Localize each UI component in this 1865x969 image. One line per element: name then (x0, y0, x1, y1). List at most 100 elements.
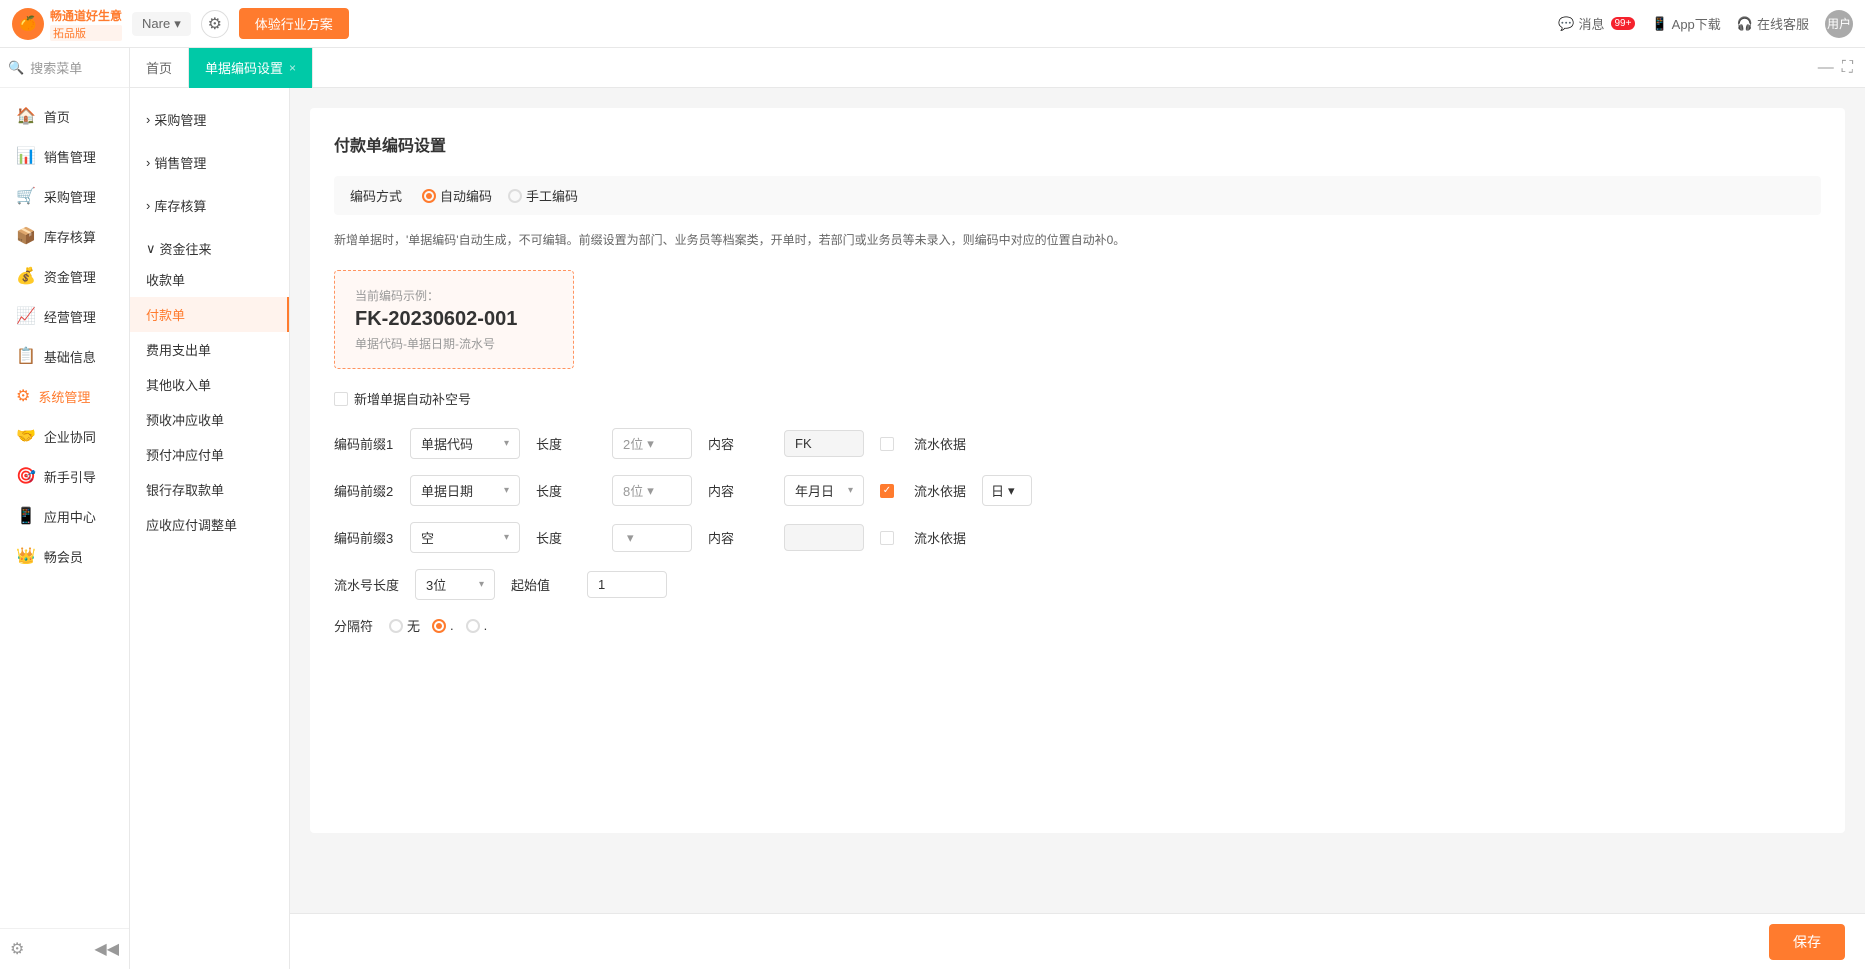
prefix2-content-select[interactable]: 年月日 ▾ (784, 475, 864, 506)
preview-code: FK-20230602-001 (355, 308, 553, 331)
sec-group-purchase: › 采购管理 (130, 96, 289, 139)
sec-group-funds-title[interactable]: ∨ 资金往来 (130, 231, 289, 262)
app-download-btn[interactable]: 📱 App下载 (1651, 14, 1720, 33)
prefix1-length-arrow-icon: ▾ (647, 436, 654, 452)
prefix1-content-input[interactable] (784, 430, 864, 457)
manual-encode-label: 手工编码 (526, 186, 578, 205)
sidebar-item-guide[interactable]: 🎯 新手引导 (0, 456, 129, 496)
prefix3-content-input[interactable] (784, 524, 864, 551)
prefix2-value: 单据日期 (421, 481, 473, 500)
page-title: 付款单编码设置 (334, 132, 1821, 156)
company-name: Nare (142, 16, 170, 31)
message-badge: 99+ (1611, 17, 1636, 30)
encode-method-radio-group: 自动编码 手工编码 (422, 186, 578, 205)
sidebar-label-home: 首页 (44, 107, 70, 126)
sidebar-item-system[interactable]: ⚙ 系统管理 (0, 376, 129, 416)
prefix1-length-select[interactable]: 2位 ▾ (612, 428, 692, 459)
tab-home[interactable]: 首页 (130, 48, 189, 88)
search-menu-btn[interactable]: 🔍 搜索菜单 (0, 48, 129, 88)
auto-fill-checkbox[interactable] (334, 392, 348, 406)
preview-box: 当前编码示例： FK-20230602-001 单据代码-单据日期-流水号 (334, 270, 574, 369)
message-btn[interactable]: 💬 消息 99+ (1558, 14, 1635, 33)
prefix2-length-select[interactable]: 8位 ▾ (612, 475, 692, 506)
sep-dot-option[interactable]: . (432, 618, 454, 633)
system-icon: ⚙ (16, 386, 30, 406)
guide-icon: 🎯 (16, 466, 36, 486)
sec-group-purchase-title[interactable]: › 采购管理 (130, 102, 289, 133)
auto-fill-row: 新增单据自动补空号 (334, 389, 1821, 408)
prefix2-day-select[interactable]: 日 ▾ (982, 475, 1032, 506)
tab-encode-setting[interactable]: 单据编码设置 × (189, 48, 313, 88)
prefix1-length-label: 长度 (536, 434, 596, 453)
sep-other-radio (466, 619, 480, 633)
sep-other-label: . (484, 618, 488, 633)
app-center-icon: 📱 (16, 506, 36, 526)
sec-item-adjust[interactable]: 应收应付调整单 (130, 507, 289, 542)
sidebar-item-purchase[interactable]: 🛒 采购管理 (0, 176, 129, 216)
prefix2-length-value: 8位 (623, 481, 643, 500)
basic-info-icon: 📋 (16, 346, 36, 366)
sidebar-item-inventory[interactable]: 📦 库存核算 (0, 216, 129, 256)
sep-other-option[interactable]: . (466, 618, 488, 633)
prefix3-waterfall-checkbox[interactable] (880, 531, 894, 545)
collapse-icon[interactable]: ◀◀ (94, 939, 119, 959)
sidebar-item-app-center[interactable]: 📱 应用中心 (0, 496, 129, 536)
company-selector[interactable]: Nare ▾ (132, 12, 191, 36)
sec-item-receipt[interactable]: 收款单 (130, 262, 289, 297)
prefix3-arrow-icon: ▾ (504, 532, 509, 543)
prefix1-select[interactable]: 单据代码 ▾ (410, 428, 520, 459)
header-right: 💬 消息 99+ 📱 App下载 🎧 在线客服 用户 (1558, 10, 1853, 38)
sidebar-item-basic-info[interactable]: 📋 基础信息 (0, 336, 129, 376)
prefix3-length-select[interactable]: ▾ (612, 524, 692, 552)
start-value-input[interactable] (587, 571, 667, 598)
logo-area: 🍊 畅通道好生意 拓品版 (12, 7, 122, 41)
sidebar-item-enterprise[interactable]: 🤝 企业协同 (0, 416, 129, 456)
page-content: 付款单编码设置 编码方式 自动编码 手 (290, 88, 1865, 913)
prefix3-select[interactable]: 空 ▾ (410, 522, 520, 553)
manual-encode-radio[interactable]: 手工编码 (508, 186, 578, 205)
sec-item-other-income[interactable]: 其他收入单 (130, 367, 289, 402)
preview-label: 当前编码示例： (355, 287, 553, 304)
sidebar-item-member[interactable]: 👑 畅会员 (0, 536, 129, 576)
start-value-label: 起始值 (511, 575, 571, 594)
inner-layout: › 采购管理 › 销售管理 › 库存核算 (130, 88, 1865, 969)
sidebar-item-sales[interactable]: 📊 销售管理 (0, 136, 129, 176)
sidebar-label-system: 系统管理 (38, 387, 90, 406)
sep-none-option[interactable]: 无 (389, 616, 420, 635)
tab-maximize-icon[interactable]: ⛶ (1842, 59, 1853, 77)
serial-length-select[interactable]: 3位 ▾ (415, 569, 495, 600)
sec-item-bank-deposit[interactable]: 银行存取款单 (130, 472, 289, 507)
auto-encode-radio[interactable]: 自动编码 (422, 186, 492, 205)
sec-group-sales-title[interactable]: › 销售管理 (130, 145, 289, 176)
sec-item-payment[interactable]: 付款单 (130, 297, 289, 332)
enterprise-icon: 🤝 (16, 426, 36, 446)
sidebar-item-home[interactable]: 🏠 首页 (0, 96, 129, 136)
prefix3-row: 编码前缀3 空 ▾ 长度 ▾ 内容 (334, 522, 1821, 553)
header-left: 🍊 畅通道好生意 拓品版 Nare ▾ ⚙ 体验行业方案 (12, 7, 349, 41)
sep-none-radio (389, 619, 403, 633)
sec-item-expense[interactable]: 费用支出单 (130, 332, 289, 367)
settings-footer-icon[interactable]: ⚙ (10, 939, 24, 959)
tab-close-icon[interactable]: × (289, 61, 296, 75)
trial-button[interactable]: 体验行业方案 (239, 8, 349, 39)
sidebar-item-funds[interactable]: 💰 资金管理 (0, 256, 129, 296)
sec-group-inventory-title[interactable]: › 库存核算 (130, 188, 289, 219)
avatar[interactable]: 用户 (1825, 10, 1853, 38)
tab-home-label: 首页 (146, 58, 172, 77)
sec-item-prepay-receive[interactable]: 预收冲应收单 (130, 402, 289, 437)
sidebar-nav: 🏠 首页 📊 销售管理 🛒 采购管理 📦 库存核算 💰 资金管理 📈 经 (0, 88, 129, 928)
funds-icon: 💰 (16, 266, 36, 286)
tab-minimize-icon[interactable]: — (1818, 59, 1834, 77)
sec-item-adjust-label: 应收应付调整单 (146, 515, 237, 534)
prefix2-length-label: 长度 (536, 481, 596, 500)
prefix2-select[interactable]: 单据日期 ▾ (410, 475, 520, 506)
prefix1-label: 编码前缀1 (334, 434, 394, 453)
settings-button[interactable]: ⚙ (201, 10, 229, 38)
sec-item-prepay-pay[interactable]: 预付冲应付单 (130, 437, 289, 472)
prefix1-waterfall-checkbox[interactable] (880, 437, 894, 451)
sidebar-item-operations[interactable]: 📈 经营管理 (0, 296, 129, 336)
save-button[interactable]: 保存 (1769, 924, 1845, 960)
online-service-btn[interactable]: 🎧 在线客服 (1737, 14, 1809, 33)
user-name-label: 用户 (1827, 15, 1851, 32)
prefix2-waterfall-checkbox[interactable]: ✓ (880, 484, 894, 498)
